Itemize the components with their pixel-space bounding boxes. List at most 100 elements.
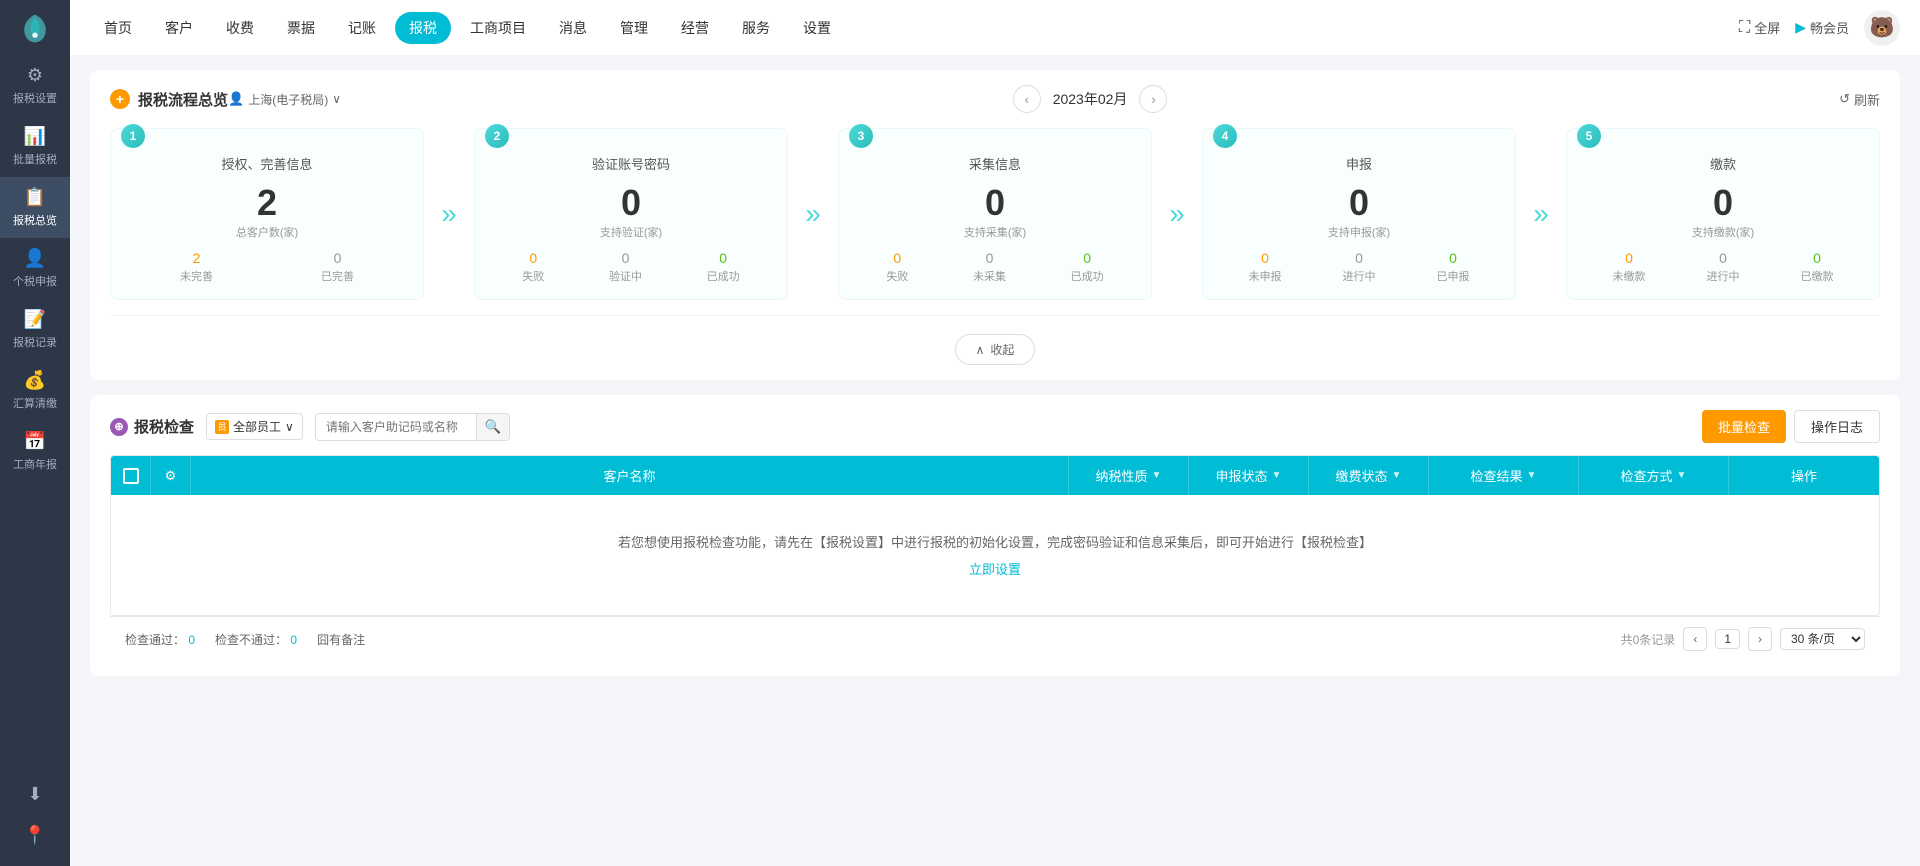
filter-triangle-icon: ▼ [1392, 470, 1402, 481]
nav-item-home[interactable]: 首页 [90, 12, 146, 44]
sidebar-item-personal-report[interactable]: 👤 个税申报 [0, 238, 70, 299]
sidebar-item-tax-overview[interactable]: 📋 报税总览 [0, 177, 70, 238]
sidebar-item-tax-record[interactable]: 📝 报税记录 [0, 299, 70, 360]
avatar[interactable]: 🐻 [1864, 10, 1900, 46]
flow-step-4: 4 申报 0 支持申报(家) 0 未申报 0 进行中 [1202, 128, 1516, 300]
check-pass-stat: 检查通过： 0 [125, 631, 195, 648]
play-icon: ▶ [1795, 19, 1806, 36]
step-title-3: 采集信息 [854, 154, 1136, 173]
tax-record-icon: 📝 [24, 309, 46, 330]
page-next-button[interactable]: › [1748, 627, 1772, 651]
flow-card-title: + 报税流程总览 [110, 89, 228, 110]
nav-item-fees[interactable]: 收费 [212, 12, 268, 44]
step-stat-4-1: 0 进行中 [1343, 250, 1376, 284]
nav-item-client[interactable]: 客户 [151, 12, 207, 44]
date-display: 2023年02月 [1053, 89, 1128, 109]
nav-item-message[interactable]: 消息 [545, 12, 601, 44]
vip-button[interactable]: ▶ 畅会员 [1795, 18, 1849, 37]
step-stat-4-0: 0 未申报 [1249, 250, 1282, 284]
nav-item-settings[interactable]: 设置 [789, 12, 845, 44]
footer-right: 共0条记录 ‹ 1 › 30 条/页 50 条/页 100 条/页 [1621, 627, 1865, 651]
th-tax-nature[interactable]: 纳税性质 ▼ [1069, 456, 1189, 495]
step-stat-3-2: 0 已成功 [1071, 250, 1104, 284]
step-stat-3-1: 0 未采集 [973, 250, 1006, 284]
sidebar-item-label: 报税记录 [13, 334, 57, 350]
table-footer: 检查通过： 0 检查不通过： 0 囧有备注 共0条记录 ‹ 1 › 30 条/页 [110, 616, 1880, 661]
operation-log-button[interactable]: 操作日志 [1794, 410, 1880, 443]
check-title: ⊕ 报税检查 [110, 416, 194, 437]
th-check-method[interactable]: 检查方式 ▼ [1579, 456, 1729, 495]
step-count-1: 2 [126, 181, 408, 224]
step-stats-5: 0 未缴款 0 进行中 0 已缴款 [1582, 250, 1864, 284]
date-next-button[interactable]: › [1139, 85, 1167, 113]
nav-item-business[interactable]: 工商项目 [456, 12, 540, 44]
fullscreen-button[interactable]: ⛶ 全屏 [1739, 18, 1780, 37]
location-badge[interactable]: 👤 上海(电子税局) ∨ [228, 91, 341, 108]
total-records: 共0条记录 [1621, 631, 1676, 648]
step-number-3: 3 [849, 124, 873, 148]
fullscreen-icon: ⛶ [1739, 19, 1750, 37]
check-fail-link[interactable]: 0 [290, 633, 297, 647]
sidebar-item-label: 报税总览 [13, 212, 57, 228]
nav-item-accounting[interactable]: 记账 [334, 12, 390, 44]
flow-steps: 1 授权、完善信息 2 总客户数(家) 2 未完善 0 已完善 [110, 128, 1880, 300]
step-count-3: 0 [854, 181, 1136, 224]
th-check-result[interactable]: 检查结果 ▼ [1429, 456, 1579, 495]
step-stat-5-2: 0 已缴款 [1801, 250, 1834, 284]
step-stats-3: 0 失败 0 未采集 0 已成功 [854, 250, 1136, 284]
setup-link[interactable]: 立即设置 [969, 559, 1021, 578]
collapse-button[interactable]: ∧ 收起 [955, 334, 1036, 365]
nav-item-service[interactable]: 服务 [728, 12, 784, 44]
refresh-icon: ↺ [1839, 91, 1850, 107]
page-size-select[interactable]: 30 条/页 50 条/页 100 条/页 [1780, 628, 1865, 650]
refresh-button[interactable]: ↺ 刷新 [1839, 90, 1880, 109]
filter-triangle-icon: ▼ [1677, 470, 1687, 481]
employee-filter[interactable]: 员 全部员工 ∨ [206, 413, 303, 440]
location-icon: 📍 [24, 825, 46, 846]
step-subtitle-1: 总客户数(家) [126, 224, 408, 240]
th-report-status[interactable]: 申报状态 ▼ [1189, 456, 1309, 495]
sidebar-item-annual-report[interactable]: 📅 工商年报 [0, 421, 70, 482]
step-stats-2: 0 失败 0 验证中 0 已成功 [490, 250, 772, 284]
sidebar-item-tax-settings[interactable]: ⚙ 报税设置 [0, 55, 70, 116]
nav-item-tax[interactable]: 报税 [395, 12, 451, 44]
tax-settings-icon: ⚙ [27, 65, 43, 86]
step-number-5: 5 [1577, 124, 1601, 148]
footer-left: 检查通过： 0 检查不通过： 0 囧有备注 [125, 631, 365, 648]
nav-item-operations[interactable]: 经营 [667, 12, 723, 44]
check-pass-link[interactable]: 0 [188, 633, 195, 647]
tax-check-card: ⊕ 报税检查 员 全部员工 ∨ 🔍 批量检查 操作日志 [90, 395, 1900, 676]
sidebar-item-location[interactable]: 📍 [0, 815, 70, 856]
page-prev-button[interactable]: ‹ [1683, 627, 1707, 651]
th-pay-status[interactable]: 缴费状态 ▼ [1309, 456, 1429, 495]
sidebar-item-label: 批量报税 [13, 151, 57, 167]
step-stats-4: 0 未申报 0 进行中 0 已申报 [1218, 250, 1500, 284]
search-input[interactable] [316, 415, 476, 439]
top-nav: 首页 客户 收费 票据 记账 报税 工商项目 消息 管理 经营 服务 设置 ⛶ … [70, 0, 1920, 55]
search-box: 🔍 [315, 413, 511, 441]
step-stat-2-1: 0 验证中 [609, 250, 642, 284]
step-stat-2-2: 0 已成功 [707, 250, 740, 284]
th-gear[interactable]: ⚙ [151, 456, 191, 495]
date-prev-button[interactable]: ‹ [1013, 85, 1041, 113]
flow-step-3: 3 采集信息 0 支持采集(家) 0 失败 0 未采集 [838, 128, 1152, 300]
search-button[interactable]: 🔍 [476, 414, 510, 440]
th-checkbox[interactable] [111, 456, 151, 495]
sidebar-item-batch-tax[interactable]: 📊 批量报税 [0, 116, 70, 177]
nav-item-management[interactable]: 管理 [606, 12, 662, 44]
flow-step-1: 1 授权、完善信息 2 总客户数(家) 2 未完善 0 已完善 [110, 128, 424, 300]
nav-item-invoices[interactable]: 票据 [273, 12, 329, 44]
select-all-checkbox[interactable] [123, 468, 139, 484]
collapse-icon: ∧ [976, 343, 985, 357]
batch-tax-icon: 📊 [24, 126, 46, 147]
batch-check-button[interactable]: 批量检查 [1702, 410, 1786, 443]
step-title-4: 申报 [1218, 154, 1500, 173]
flow-arrow-1: » [424, 128, 474, 300]
step-subtitle-3: 支持采集(家) [854, 224, 1136, 240]
app-logo[interactable] [0, 0, 70, 55]
table-empty-state: 若您想使用报税检查功能，请先在【报税设置】中进行报税的初始化设置，完成密码验证和… [111, 495, 1879, 615]
step-number-1: 1 [121, 124, 145, 148]
sidebar-item-download[interactable]: ⬇ [0, 774, 70, 815]
sidebar-item-settlement[interactable]: 💰 汇算清缴 [0, 360, 70, 421]
flow-arrow-2: » [788, 128, 838, 300]
